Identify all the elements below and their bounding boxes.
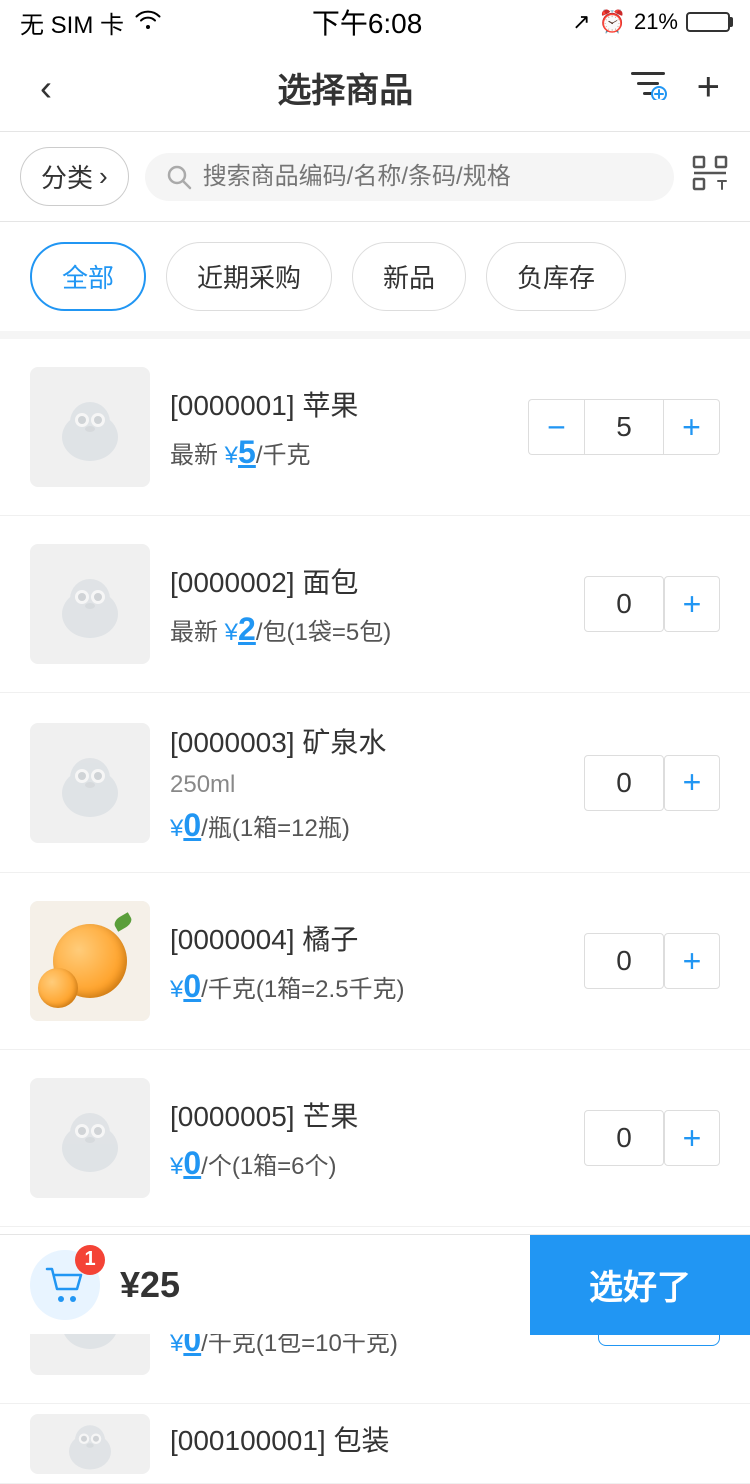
product-name-3: [0000003] 矿泉水 [170,721,564,761]
battery-label: 21% [634,9,678,35]
list-item: [0000001] 苹果 最新 ¥5/千克 − + [0,339,750,516]
nav-right-actions: + [629,65,720,110]
list-item: [000100001] 包装 [0,1404,750,1484]
product-name-1: [0000001] 苹果 [170,384,508,424]
product-price-1: 最新 ¥5/千克 [170,434,508,471]
category-label: 分类 [41,158,93,195]
product-info-1: [0000001] 苹果 最新 ¥5/千克 [170,384,508,471]
product-name-4: [0000004] 橘子 [170,918,564,958]
product-info-5: [0000005] 芒果 ¥0/个(1箱=6个) [170,1095,564,1182]
qty-input-2[interactable] [584,576,664,632]
product-price-4: ¥0/千克(1箱=2.5千克) [170,968,564,1005]
page-title: 选择商品 [277,63,413,112]
wifi-icon [134,9,162,35]
tab-new[interactable]: 新品 [352,242,466,311]
cart-badge: 1 [75,1245,105,1275]
tab-all[interactable]: 全部 [30,242,146,311]
increment-button-2[interactable]: + [664,576,720,632]
cart-section: 1 ¥25 [0,1250,530,1320]
increment-button-3[interactable]: + [664,755,720,811]
product-image-4 [30,901,150,1021]
scan-icon[interactable] [690,153,730,201]
cart-total: ¥25 [120,1264,180,1306]
product-info-3: [0000003] 矿泉水 250ml ¥0/瓶(1箱=12瓶) [170,721,564,844]
category-button[interactable]: 分类 › [20,147,129,206]
status-left: 无 SIM 卡 [20,5,162,40]
list-item: [0000004] 橘子 ¥0/千克(1箱=2.5千克) + [0,873,750,1050]
product-info-7: [000100001] 包装 [170,1419,720,1469]
battery-icon [686,12,730,32]
list-item: [0000002] 面包 最新 ¥2/包(1袋=5包) + [0,516,750,693]
product-name-2: [0000002] 面包 [170,561,564,601]
list-item: [0000005] 芒果 ¥0/个(1箱=6个) + [0,1050,750,1227]
product-name-7: [000100001] 包装 [170,1419,720,1459]
product-price-5: ¥0/个(1箱=6个) [170,1145,564,1182]
increment-button-1[interactable]: + [664,399,720,455]
product-image-1 [30,367,150,487]
cart-button[interactable]: 1 [30,1250,100,1320]
chevron-right-icon: › [99,161,108,192]
product-spec-3: 250ml [170,771,564,799]
confirm-button[interactable]: 选好了 [530,1235,750,1335]
location-icon: ↗ [572,9,590,35]
product-price-3: ¥0/瓶(1箱=12瓶) [170,807,564,844]
qty-input-1[interactable] [584,399,664,455]
back-button[interactable]: ‹ [30,57,62,119]
product-info-4: [0000004] 橘子 ¥0/千克(1箱=2.5千克) [170,918,564,1005]
search-icon [165,163,193,191]
search-input-wrap [145,153,674,201]
filter-icon[interactable] [629,68,667,108]
qty-control-5: + [584,1110,720,1166]
alarm-icon: ⏰ [599,9,626,35]
qty-input-4[interactable] [584,933,664,989]
product-image-7 [30,1414,150,1474]
qty-input-3[interactable] [584,755,664,811]
product-price-2: 最新 ¥2/包(1袋=5包) [170,611,564,648]
product-image-5 [30,1078,150,1198]
product-info-2: [0000002] 面包 最新 ¥2/包(1袋=5包) [170,561,564,648]
increment-button-5[interactable]: + [664,1110,720,1166]
qty-control-4: + [584,933,720,989]
add-icon[interactable]: + [697,65,720,110]
carrier-label: 无 SIM 卡 [20,5,124,40]
status-bar: 无 SIM 卡 下午6:08 ↗ ⏰ 21% [0,0,750,44]
increment-button-4[interactable]: + [664,933,720,989]
status-right: ↗ ⏰ 21% [572,9,730,35]
qty-control-1: − + [528,399,720,455]
filter-tabs: 全部 近期采购 新品 负库存 [0,222,750,339]
bottom-bar: 1 ¥25 选好了 [0,1234,750,1334]
tab-recent[interactable]: 近期采购 [166,242,332,311]
product-name-5: [0000005] 芒果 [170,1095,564,1135]
qty-input-5[interactable] [584,1110,664,1166]
product-image-2 [30,544,150,664]
qty-control-3: + [584,755,720,811]
search-input[interactable] [203,163,654,191]
product-image-3 [30,723,150,843]
status-time: 下午6:08 [312,2,423,42]
qty-control-2: + [584,576,720,632]
list-item: [0000003] 矿泉水 250ml ¥0/瓶(1箱=12瓶) + [0,693,750,873]
decrement-button-1[interactable]: − [528,399,584,455]
tab-negative[interactable]: 负库存 [486,242,626,311]
search-bar: 分类 › [0,132,750,222]
nav-bar: ‹ 选择商品 + [0,44,750,132]
